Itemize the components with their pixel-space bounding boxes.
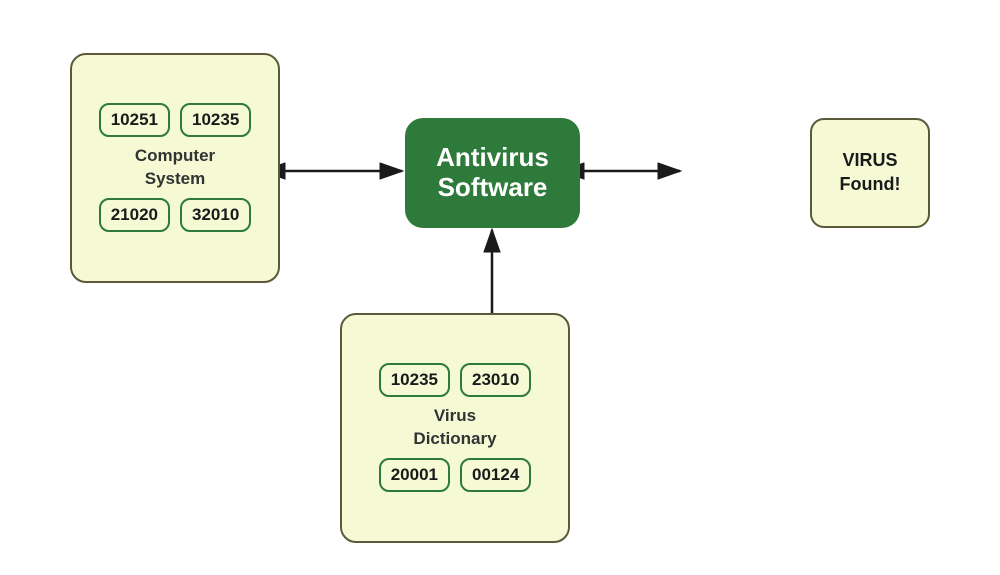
diagram: 10251 10235 ComputerSystem 21020 32010 A… <box>50 23 950 553</box>
dictionary-label: VirusDictionary <box>413 405 496 449</box>
chip-10251: 10251 <box>99 103 170 137</box>
chip-23010: 23010 <box>460 363 531 397</box>
chip-10235-dict: 10235 <box>379 363 450 397</box>
virus-dictionary-box: 10235 23010 VirusDictionary 20001 00124 <box>340 313 570 543</box>
dictionary-chips-row-bottom: 20001 00124 <box>379 458 532 492</box>
chip-20001: 20001 <box>379 458 450 492</box>
virus-found-box: VIRUSFound! <box>810 118 930 228</box>
antivirus-label: AntivirusSoftware <box>436 143 549 203</box>
chip-00124: 00124 <box>460 458 531 492</box>
computer-chips-row-top: 10251 10235 <box>99 103 252 137</box>
computer-chips-row-bottom: 21020 32010 <box>99 198 252 232</box>
computer-system-box: 10251 10235 ComputerSystem 21020 32010 <box>70 53 280 283</box>
antivirus-box: AntivirusSoftware <box>405 118 580 228</box>
chip-10235: 10235 <box>180 103 251 137</box>
computer-label: ComputerSystem <box>135 145 215 189</box>
chip-32010: 32010 <box>180 198 251 232</box>
chip-21020: 21020 <box>99 198 170 232</box>
dictionary-chips-row-top: 10235 23010 <box>379 363 532 397</box>
virus-found-label: VIRUSFound! <box>840 149 901 196</box>
